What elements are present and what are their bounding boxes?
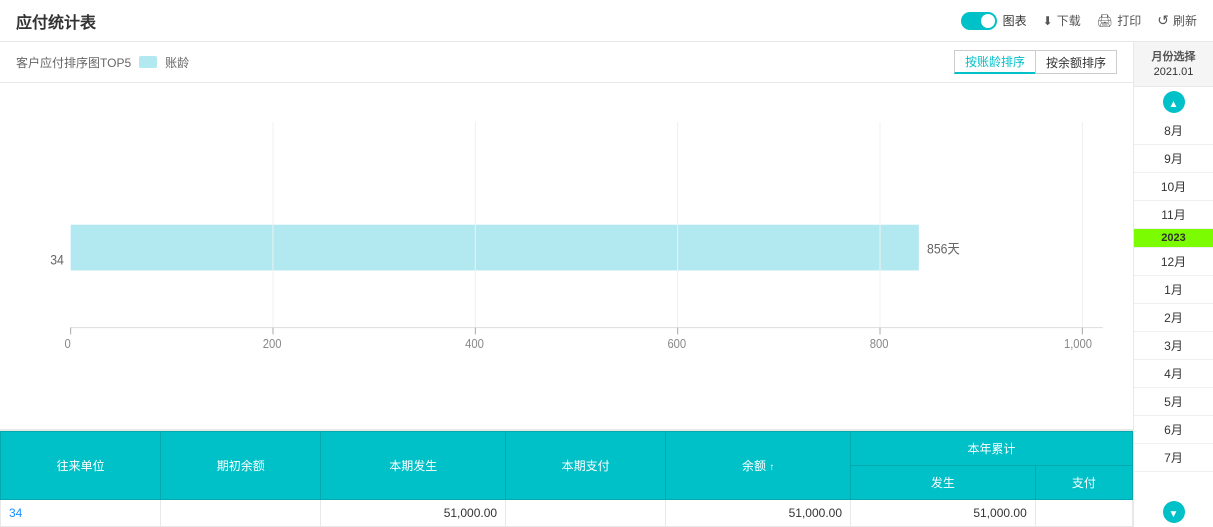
month-item[interactable]: 11月 (1134, 201, 1213, 229)
page-title: 应付统计表 (16, 9, 96, 33)
chart-toggle[interactable] (961, 12, 997, 30)
chart-toggle-wrap: 图表 (961, 12, 1027, 30)
sidebar-current-date[interactable]: 2021.01 (1138, 64, 1209, 80)
print-label: 打印 (1117, 12, 1141, 29)
month-item[interactable]: 2月 (1134, 304, 1213, 332)
data-table: 往来单位 期初余额 本期发生 本期支付 余额 ↑ 本年累计 发生 (0, 431, 1133, 527)
refresh-button[interactable]: 刷新 (1157, 12, 1197, 29)
cell-balance: 51,000.00 (666, 500, 851, 527)
month-item[interactable]: 7月 (1134, 444, 1213, 472)
sort-by-age-button[interactable]: 按账龄排序 (954, 50, 1035, 74)
col-ytd-group: 本年累计 (851, 432, 1133, 466)
col-current: 本期发生 (321, 432, 506, 500)
header-actions: 图表 下载 打印 刷新 (961, 12, 1197, 30)
sort-by-balance-button[interactable]: 按余额排序 (1035, 50, 1117, 74)
chart-legend: 客户应付排序图TOP5 账龄 (16, 54, 189, 71)
col-ytd-occur: 发生 (851, 466, 1036, 500)
chevron-up-icon[interactable] (1163, 91, 1185, 113)
download-icon (1043, 14, 1053, 28)
legend-text: 客户应付排序图TOP5 (16, 54, 131, 71)
app-container: 应付统计表 图表 下载 打印 刷新 (0, 0, 1213, 527)
header: 应付统计表 图表 下载 打印 刷新 (0, 0, 1213, 42)
legend-box (139, 56, 157, 68)
cell-unit: 34 (1, 500, 161, 527)
month-item[interactable]: 8月 (1134, 117, 1213, 145)
refresh-icon (1157, 12, 1169, 29)
cell-opening (161, 500, 321, 527)
bar-chart-svg: 34 856天 0 200 400 600 (40, 99, 1113, 419)
month-item[interactable]: 6月 (1134, 416, 1213, 444)
main-content: 客户应付排序图TOP5 账龄 按账龄排序 按余额排序 34 856天 (0, 42, 1213, 527)
sidebar-month-select-label: 月份选择 (1138, 48, 1209, 64)
legend-box-label: 账龄 (165, 54, 189, 71)
sidebar: 月份选择 2021.01 8月9月10月11月202312月1月2月3月4月5月… (1133, 42, 1213, 527)
col-unit: 往来单位 (1, 432, 161, 500)
cell-ytd-occur: 51,000.00 (851, 500, 1036, 527)
sidebar-header: 月份选择 2021.01 (1134, 42, 1213, 87)
sidebar-months-list: 8月9月10月11月202312月1月2月3月4月5月6月7月 (1134, 117, 1213, 497)
svg-text:400: 400 (465, 337, 484, 352)
col-balance: 余额 ↑ (666, 432, 851, 500)
bar-value-label: 856天 (927, 241, 960, 257)
sidebar-nav-down[interactable] (1134, 497, 1213, 527)
year-badge: 2023 (1134, 229, 1213, 248)
cell-current: 51,000.00 (321, 500, 506, 527)
month-item[interactable]: 12月 (1134, 248, 1213, 276)
balance-sort-icon[interactable]: ↑ (769, 462, 774, 473)
svg-text:200: 200 (263, 337, 282, 352)
print-icon (1097, 13, 1114, 29)
month-item[interactable]: 4月 (1134, 360, 1213, 388)
month-item[interactable]: 3月 (1134, 332, 1213, 360)
chart-toolbar: 客户应付排序图TOP5 账龄 按账龄排序 按余额排序 (0, 42, 1133, 83)
download-button[interactable]: 下载 (1043, 12, 1081, 29)
chevron-down-icon[interactable] (1163, 501, 1185, 523)
month-item[interactable]: 10月 (1134, 173, 1213, 201)
month-item[interactable]: 9月 (1134, 145, 1213, 173)
y-axis-label: 34 (50, 252, 64, 268)
chart-sort-buttons: 按账龄排序 按余额排序 (954, 50, 1117, 74)
bar-chart-area: 34 856天 0 200 400 600 (0, 83, 1133, 429)
svg-text:600: 600 (667, 337, 686, 352)
refresh-label: 刷新 (1173, 12, 1197, 29)
toggle-label: 图表 (1003, 12, 1027, 29)
download-label: 下载 (1057, 12, 1081, 29)
table-row: 34 51,000.00 51,000.00 51,000.00 (1, 500, 1133, 527)
col-ytd-pay: 支付 (1035, 466, 1132, 500)
cell-payment (506, 500, 666, 527)
svg-text:800: 800 (870, 337, 889, 352)
sidebar-nav-up[interactable] (1134, 87, 1213, 117)
month-item[interactable]: 1月 (1134, 276, 1213, 304)
print-button[interactable]: 打印 (1097, 12, 1142, 29)
svg-text:1,000: 1,000 (1064, 337, 1092, 352)
down-arrow (1169, 504, 1179, 520)
col-opening: 期初余额 (161, 432, 321, 500)
col-payment: 本期支付 (506, 432, 666, 500)
up-arrow (1169, 94, 1179, 110)
cell-ytd-pay (1035, 500, 1132, 527)
month-item[interactable]: 5月 (1134, 388, 1213, 416)
svg-text:0: 0 (65, 337, 72, 352)
table-section: 往来单位 期初余额 本期发生 本期支付 余额 ↑ 本年累计 发生 (0, 429, 1133, 527)
chart-section: 客户应付排序图TOP5 账龄 按账龄排序 按余额排序 34 856天 (0, 42, 1133, 527)
unit-link[interactable]: 34 (9, 506, 22, 520)
bar-rect (71, 225, 919, 271)
